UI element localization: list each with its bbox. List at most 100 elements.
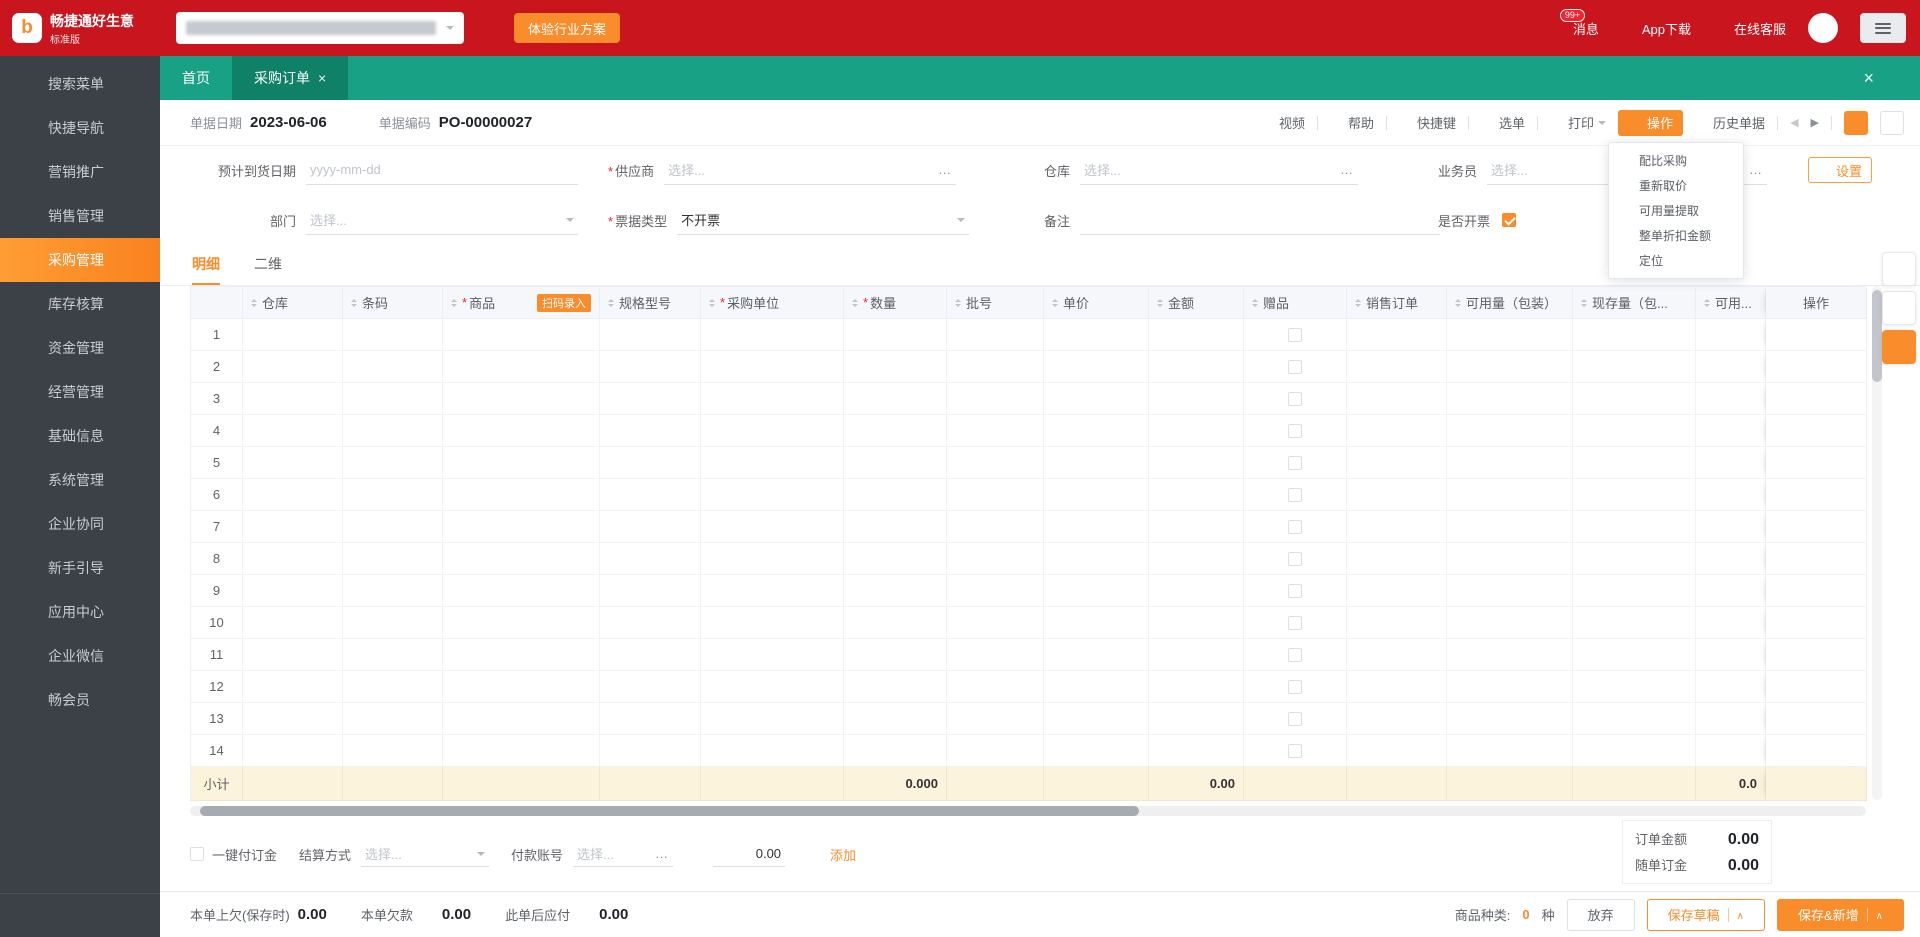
delete-row-icon[interactable]: M3 4.6h10M6.4 4.6V3h3.2v1.6M4.4 4.6L5 13…	[1795, 647, 1810, 662]
invoice-type-select[interactable]: 不开票	[677, 205, 970, 235]
cell-采购单位[interactable]	[701, 703, 844, 735]
tab-detail[interactable]: 明细	[192, 254, 220, 285]
cell-仓库[interactable]	[243, 639, 343, 671]
cell-商品[interactable]	[443, 735, 600, 767]
copy-row-icon[interactable]: M5.8 5.4h6.8v8H5.8zM3.6 10.6V2.8h6.8	[1822, 647, 1837, 662]
sort-icon[interactable]	[1455, 299, 1461, 307]
add-payment-button[interactable]: M2.2 8a5.8 5.8 0 1 0 11.6 0a5.8 5.8 0 1 …	[811, 845, 856, 864]
cell-条码[interactable]	[343, 511, 443, 543]
cell-批号[interactable]	[947, 351, 1044, 383]
doc-date-value[interactable]: 2023-06-06	[250, 114, 327, 131]
action-button[interactable]: M3 3h4v4H3zM9 3h4v4H9zM3 9h4v4H3zM9 9h4v…	[1618, 109, 1684, 136]
cell-规格型号[interactable]	[600, 575, 701, 607]
cell-单价[interactable]	[1044, 479, 1149, 511]
gift-checkbox[interactable]	[1288, 679, 1302, 694]
cell-可用量（包装）[interactable]	[1447, 671, 1573, 703]
expected-date-input[interactable]: yyyy-mm-dd M2.8 4.4h10.4v9H2.8zM2.8 7h10…	[306, 155, 578, 185]
one-click-deposit-checkbox[interactable]	[190, 847, 204, 861]
fullscreen-icon[interactable]: M3 6V3h3M10 3h3v3M13 10v3h-3M6 13H3v-3	[1890, 70, 1906, 86]
sidebar-item-14[interactable]: M3.6 3.2L8 12.8l4.4-9.6 畅会员	[0, 678, 160, 722]
sidebar-item-4[interactable]: M2 3.4h2.2L6 10.6h6.2l1.6-5.4H5M6.2 12.8…	[0, 238, 160, 282]
cell-金额[interactable]	[1149, 703, 1244, 735]
cell-采购单位[interactable]	[701, 447, 844, 479]
sort-icon[interactable]	[1157, 299, 1163, 307]
cell-批号[interactable]	[947, 671, 1044, 703]
cell-单价[interactable]	[1044, 383, 1149, 415]
cell-条码[interactable]	[343, 575, 443, 607]
cell-条码[interactable]	[343, 639, 443, 671]
cell-销售订单[interactable]	[1347, 703, 1447, 735]
column-header-采购单位[interactable]: * 采购单位	[701, 287, 844, 319]
sort-icon[interactable]	[1355, 299, 1361, 307]
cell-金额[interactable]	[1149, 383, 1244, 415]
column-settings-icon[interactable]: M5.7 8a2.3 2.3 0 1 0 4.6 0a2.3 2.3 0 1 0…	[210, 296, 224, 310]
cell-金额[interactable]	[1149, 607, 1244, 639]
cell-条码[interactable]	[343, 319, 443, 351]
cell-现存量（包...[interactable]	[1573, 447, 1696, 479]
cell-仓库[interactable]	[243, 735, 343, 767]
cell-条码[interactable]	[343, 735, 443, 767]
deposit-amount-input[interactable]: 0.00	[713, 841, 786, 867]
cell-可用量（包装）[interactable]	[1447, 735, 1573, 767]
cell-规格型号[interactable]	[600, 415, 701, 447]
gift-checkbox[interactable]	[1288, 711, 1302, 726]
online-support-button[interactable]: M3.4 9.4V8a4.6 4.6 0 0 1 9.2 0v1.4M2.8 9…	[1713, 19, 1786, 38]
cell-可用量（包装）[interactable]	[1447, 383, 1573, 415]
cell-可用...[interactable]	[1696, 511, 1766, 543]
vscroll-thumb[interactable]	[1872, 290, 1882, 382]
cell-可用...[interactable]	[1696, 479, 1766, 511]
gift-checkbox[interactable]	[1288, 423, 1302, 438]
cell-规格型号[interactable]	[600, 607, 701, 639]
cell-仓库[interactable]	[243, 543, 343, 575]
cell-可用量（包装）[interactable]	[1447, 703, 1573, 735]
column-header-仓库[interactable]: 仓库	[243, 287, 343, 319]
cell-规格型号[interactable]	[600, 543, 701, 575]
prev-doc-arrow[interactable]	[1790, 116, 1798, 129]
action-menu-item-2[interactable]: M13.6 8A5.6 5.6 0 1 1 8 2.4M10.4 2.6h3.2…	[1609, 198, 1743, 223]
messages-button[interactable]: 99+ M2.8 4h10.4v6.8H8.2L5.6 13v-2.2H2.8z…	[1552, 8, 1599, 38]
cell-批号[interactable]	[947, 735, 1044, 767]
column-header-settings[interactable]: M5.7 8a2.3 2.3 0 1 0 4.6 0a2.3 2.3 0 1 0…	[191, 287, 243, 319]
cell-单价[interactable]	[1044, 735, 1149, 767]
cell-可用...[interactable]	[1696, 543, 1766, 575]
copy-row-icon[interactable]: M5.8 5.4h6.8v8H5.8zM3.6 10.6V2.8h6.8	[1822, 615, 1837, 630]
cell-采购单位[interactable]	[701, 735, 844, 767]
cell-数量[interactable]	[844, 543, 947, 575]
cell-单价[interactable]	[1044, 447, 1149, 479]
cell-采购单位[interactable]	[701, 351, 844, 383]
cell-可用量（包装）[interactable]	[1447, 543, 1573, 575]
cell-规格型号[interactable]	[600, 511, 701, 543]
cell-商品[interactable]	[443, 479, 600, 511]
more-menu-button[interactable]	[1860, 13, 1906, 43]
cell-商品[interactable]	[443, 319, 600, 351]
cell-数量[interactable]	[844, 703, 947, 735]
cell-数量[interactable]	[844, 511, 947, 543]
help-button[interactable]: M2.2 8a5.8 5.8 0 1 0 11.6 0a5.8 5.8 0 1 …	[1330, 113, 1374, 132]
abandon-button[interactable]: 放弃	[1566, 898, 1635, 931]
cell-现存量（包...[interactable]	[1573, 639, 1696, 671]
cell-批号[interactable]	[947, 447, 1044, 479]
pay-account-select[interactable]: 选择...	[573, 841, 674, 867]
cell-采购单位[interactable]	[701, 383, 844, 415]
sidebar-item-5[interactable]: M2.8 5L8 2.4 13.2 5v6L8 13.6 2.8 11zM2.8…	[0, 282, 160, 326]
cell-现存量（包...[interactable]	[1573, 415, 1696, 447]
cell-规格型号[interactable]	[600, 735, 701, 767]
cell-仓库[interactable]	[243, 319, 343, 351]
cell-批号[interactable]	[947, 543, 1044, 575]
action-menu-item-3[interactable]: M3 4h10M3 8h10M3 12h6.4 整单折扣金额	[1609, 223, 1743, 248]
copy-row-icon[interactable]: M5.8 5.4h6.8v8H5.8zM3.6 10.6V2.8h6.8	[1822, 455, 1837, 470]
delete-row-icon[interactable]: M3 4.6h10M6.4 4.6V3h3.2v1.6M4.4 4.6L5 13…	[1795, 615, 1810, 630]
cell-商品[interactable]	[443, 351, 600, 383]
cell-条码[interactable]	[343, 607, 443, 639]
more-options-icon[interactable]	[655, 846, 669, 861]
cell-数量[interactable]	[844, 671, 947, 703]
cell-批号[interactable]	[947, 607, 1044, 639]
cell-仓库[interactable]	[243, 383, 343, 415]
cell-批号[interactable]	[947, 415, 1044, 447]
invoice-flag-checkbox[interactable]	[1502, 213, 1517, 227]
delete-row-icon[interactable]: M3 4.6h10M6.4 4.6V3h3.2v1.6M4.4 4.6L5 13…	[1795, 391, 1810, 406]
cell-规格型号[interactable]	[600, 447, 701, 479]
column-header-条码[interactable]: 条码	[343, 287, 443, 319]
cell-仓库[interactable]	[243, 575, 343, 607]
user-avatar[interactable]: M5.7 5.2a2.3 2.3 0 1 0 4.6 0a2.3 2.3 0 1…	[1808, 13, 1838, 43]
